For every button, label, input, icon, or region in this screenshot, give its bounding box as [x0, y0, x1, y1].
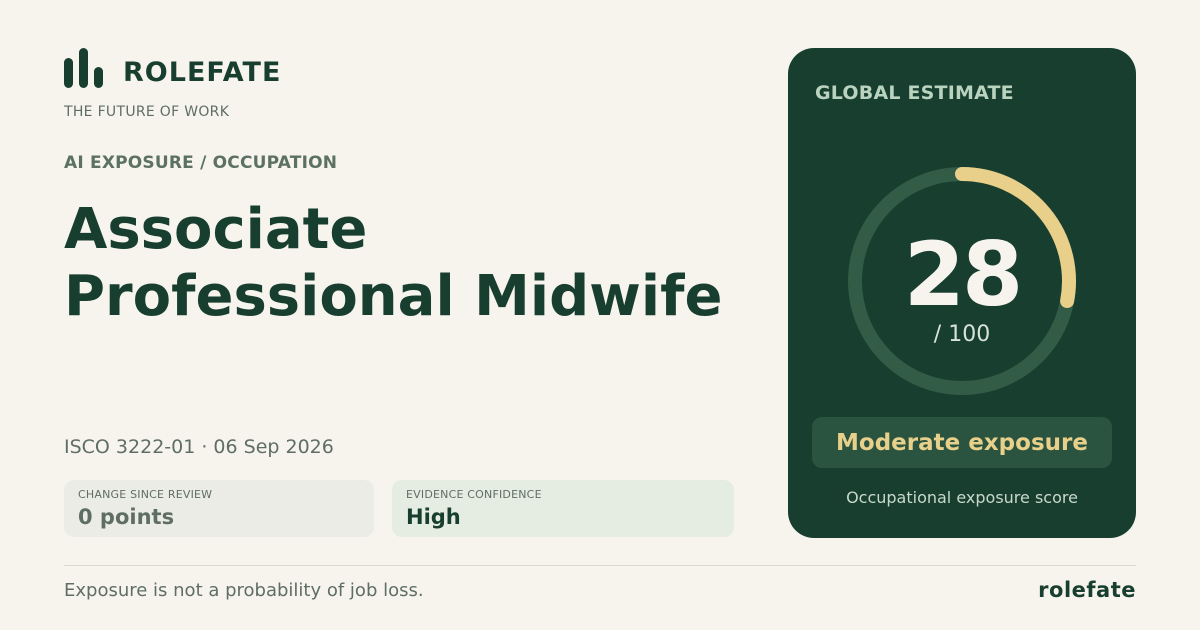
footer-divider	[64, 565, 1136, 566]
footer-brand: rolefate	[1038, 578, 1136, 602]
section-label: AI EXPOSURE / OCCUPATION	[64, 153, 338, 173]
evidence-confidence-card: EVIDENCE CONFIDENCE High	[392, 480, 734, 537]
stat-value: High	[406, 505, 461, 529]
stat-label: EVIDENCE CONFIDENCE	[406, 488, 542, 501]
occupation-title: Associate Professional Midwife	[64, 197, 723, 329]
brand-tagline: THE FUTURE OF WORK	[64, 104, 230, 120]
panel-label: GLOBAL ESTIMATE	[815, 82, 1014, 104]
bar-chart-logo-icon	[64, 48, 103, 88]
change-since-review-card: CHANGE SINCE REVIEW 0 points	[64, 480, 374, 537]
brand-name: ROLEFATE	[123, 57, 282, 88]
panel-caption: Occupational exposure score	[846, 488, 1078, 507]
stat-value: 0 points	[78, 505, 175, 529]
brand-logo	[64, 48, 103, 88]
occupation-meta: ISCO 3222-01 · 06 Sep 2026	[64, 436, 334, 458]
score-max: / 100	[933, 322, 991, 347]
global-estimate-panel: GLOBAL ESTIMATE 28 / 100 Moderate exposu…	[788, 48, 1136, 538]
exposure-level-badge: Moderate exposure	[812, 417, 1112, 468]
exposure-score: 28	[903, 223, 1023, 326]
footnote: Exposure is not a probability of job los…	[64, 580, 424, 601]
stat-label: CHANGE SINCE REVIEW	[78, 488, 213, 501]
